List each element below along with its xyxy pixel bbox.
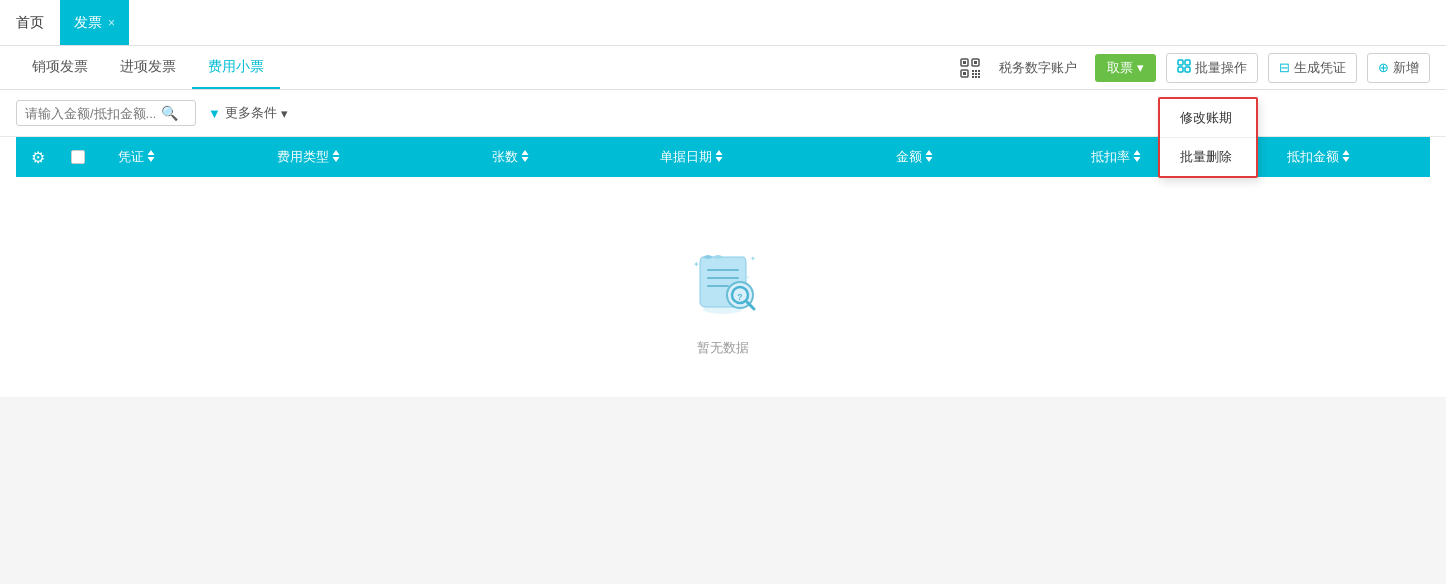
qr-code-icon[interactable] bbox=[959, 57, 981, 79]
search-input[interactable] bbox=[25, 106, 155, 121]
take-invoice-button[interactable]: 取票 ▾ bbox=[1095, 54, 1156, 82]
svg-text:✦: ✦ bbox=[693, 260, 700, 269]
svg-rect-3 bbox=[974, 61, 977, 64]
th-amount[interactable]: 金额 bbox=[803, 148, 1026, 166]
tab-sales-invoice[interactable]: 销项发票 bbox=[16, 46, 104, 89]
batch-op-dropdown: 修改账期 批量删除 bbox=[1158, 97, 1258, 178]
count-sort-icon bbox=[521, 150, 529, 165]
tax-account-button[interactable]: 税务数字账户 bbox=[991, 59, 1085, 77]
th-expense-type[interactable]: 费用类型 bbox=[176, 148, 440, 166]
svg-text:?: ? bbox=[737, 292, 743, 302]
svg-rect-7 bbox=[975, 70, 977, 72]
empty-state-label: 暂无数据 bbox=[697, 339, 749, 357]
filter-icon: ▼ bbox=[208, 106, 221, 121]
tab-purchase-invoice[interactable]: 进项发票 bbox=[104, 46, 192, 89]
svg-rect-10 bbox=[978, 70, 980, 72]
amount-sort-icon bbox=[925, 150, 933, 165]
home-tab[interactable]: 首页 bbox=[0, 0, 60, 45]
empty-state: ? ✦ ✦ ✦ 暂无数据 bbox=[16, 177, 1430, 397]
sub-nav-actions: 税务数字账户 取票 ▾ 批量操作 修改账期 批量删除 bbox=[959, 53, 1430, 83]
svg-rect-18 bbox=[1185, 67, 1190, 72]
svg-rect-14 bbox=[978, 76, 980, 78]
th-count[interactable]: 张数 bbox=[440, 148, 580, 166]
select-all-checkbox[interactable] bbox=[71, 150, 85, 164]
batch-op-icon bbox=[1177, 59, 1191, 76]
date-sort-icon bbox=[715, 150, 723, 165]
deduct-sort-icon bbox=[1342, 150, 1350, 165]
batch-op-wrap: 批量操作 修改账期 批量删除 bbox=[1166, 53, 1258, 83]
svg-text:✦: ✦ bbox=[750, 255, 756, 262]
invoice-tab-label: 发票 bbox=[74, 14, 102, 32]
svg-rect-1 bbox=[963, 61, 966, 64]
search-icon: 🔍 bbox=[161, 105, 178, 121]
top-nav: 首页 发票 × bbox=[0, 0, 1446, 46]
svg-rect-12 bbox=[972, 76, 974, 78]
modify-period-item[interactable]: 修改账期 bbox=[1160, 99, 1256, 137]
voucher-icon: ⊟ bbox=[1279, 60, 1290, 75]
generate-voucher-button[interactable]: ⊟ 生成凭证 bbox=[1268, 53, 1357, 83]
svg-rect-6 bbox=[972, 70, 974, 72]
search-input-wrap[interactable]: 🔍 bbox=[16, 100, 196, 126]
svg-rect-15 bbox=[1178, 60, 1183, 65]
more-filter-button[interactable]: ▼ 更多条件 ▾ bbox=[208, 104, 288, 122]
invoice-tab-close[interactable]: × bbox=[108, 16, 115, 30]
th-voucher[interactable]: 凭证 bbox=[96, 148, 176, 166]
add-icon: ⊕ bbox=[1378, 60, 1389, 75]
sub-nav: 销项发票 进项发票 费用小票 bbox=[0, 46, 1446, 90]
voucher-sort-icon bbox=[147, 150, 155, 165]
svg-rect-17 bbox=[1178, 67, 1183, 72]
svg-rect-5 bbox=[963, 72, 966, 75]
svg-rect-13 bbox=[975, 76, 977, 78]
svg-text:✦: ✦ bbox=[746, 274, 750, 280]
empty-state-icon: ? ✦ ✦ ✦ bbox=[678, 237, 768, 327]
svg-rect-11 bbox=[978, 73, 980, 75]
type-sort-icon bbox=[332, 150, 340, 165]
svg-rect-8 bbox=[972, 73, 974, 75]
tab-expense-receipt[interactable]: 费用小票 bbox=[192, 46, 280, 89]
th-gear[interactable]: ⚙ bbox=[16, 148, 60, 167]
th-checkbox[interactable] bbox=[60, 150, 96, 164]
sub-nav-tabs: 销项发票 进项发票 费用小票 bbox=[16, 46, 280, 89]
invoice-tab[interactable]: 发票 × bbox=[60, 0, 129, 45]
svg-rect-16 bbox=[1185, 60, 1190, 65]
settings-icon[interactable]: ⚙ bbox=[31, 148, 45, 167]
add-button[interactable]: ⊕ 新增 bbox=[1367, 53, 1430, 83]
batch-delete-item[interactable]: 批量删除 bbox=[1160, 137, 1256, 176]
svg-rect-9 bbox=[975, 73, 977, 75]
rate-sort-icon bbox=[1133, 150, 1141, 165]
th-date[interactable]: 单据日期 bbox=[580, 148, 803, 166]
batch-op-button[interactable]: 批量操作 bbox=[1166, 53, 1258, 83]
